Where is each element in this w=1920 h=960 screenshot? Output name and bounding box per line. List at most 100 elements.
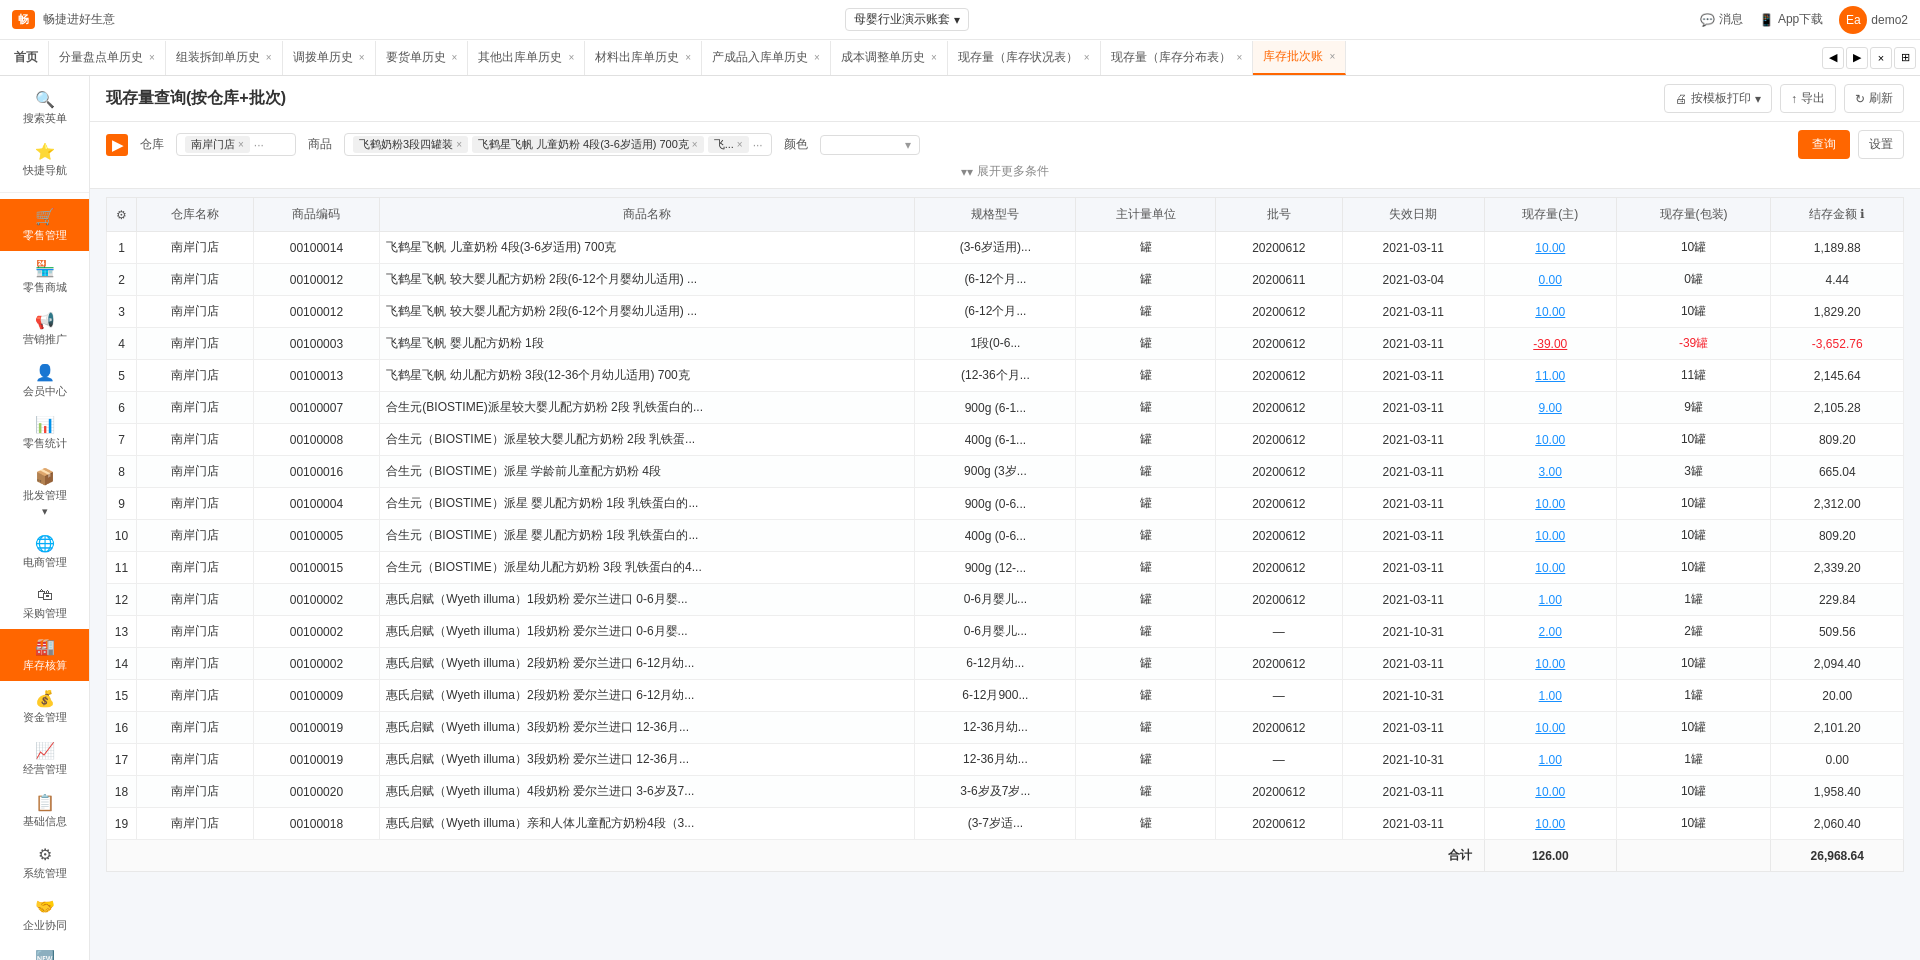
row-qty-main[interactable]: 10.00 xyxy=(1484,776,1616,808)
sidebar-item-purchase[interactable]: 🛍 采购管理 xyxy=(0,578,89,629)
tab-close-icon[interactable]: × xyxy=(359,52,365,63)
warehouse-filter-group[interactable]: 南岸门店 × ··· xyxy=(176,133,296,156)
row-qty-main[interactable]: 10.00 xyxy=(1484,552,1616,584)
sidebar-item-guide[interactable]: 🆕 新手引导 xyxy=(0,941,89,960)
row-warehouse: 南岸门店 xyxy=(137,616,254,648)
sidebar-item-retail-stats[interactable]: 📊 零售统计 xyxy=(0,407,89,459)
tab-yaohuo[interactable]: 要货单历史 × xyxy=(376,41,469,75)
tab-expand-btn[interactable]: ⊞ xyxy=(1894,47,1916,69)
row-qty-main[interactable]: 10.00 xyxy=(1484,648,1616,680)
sidebar-item-member[interactable]: 👤 会员中心 xyxy=(0,355,89,407)
sidebar-item-collab[interactable]: 🤝 企业协同 xyxy=(0,889,89,941)
product-tag-3-close-icon[interactable]: × xyxy=(737,139,743,150)
tab-liaoliaochuku[interactable]: 材料出库单历史 × xyxy=(585,41,702,75)
row-qty-main[interactable]: 2.00 xyxy=(1484,616,1616,648)
sidebar-item-retail-shop[interactable]: 🏪 零售商城 xyxy=(0,251,89,303)
row-unit: 罐 xyxy=(1076,328,1215,360)
sidebar-item-wholesale[interactable]: 📦 批发管理 ▾ xyxy=(0,459,89,526)
color-expand-icon[interactable]: ▾ xyxy=(905,138,911,152)
sidebar-item-quicknav[interactable]: ⭐ 快捷导航 xyxy=(0,134,89,186)
sidebar-purchase-label: 采购管理 xyxy=(23,606,67,621)
tab-fenliangpandian[interactable]: 分量盘点单历史 × xyxy=(49,41,166,75)
col-settings[interactable]: ⚙ xyxy=(107,198,137,232)
workspace-select[interactable]: 母婴行业演示账套 ▾ xyxy=(845,8,969,31)
query-btn[interactable]: 查询 xyxy=(1798,130,1850,159)
sidebar-item-retail[interactable]: 🛒 零售管理 xyxy=(0,199,89,251)
row-qty-main[interactable]: 1.00 xyxy=(1484,680,1616,712)
settings-btn[interactable]: 设置 xyxy=(1858,130,1904,159)
sidebar-item-system[interactable]: ⚙ 系统管理 xyxy=(0,837,89,889)
tab-close-icon[interactable]: × xyxy=(685,52,691,63)
print-btn[interactable]: 🖨 按模板打印 ▾ xyxy=(1664,84,1772,113)
row-qty-main[interactable]: 10.00 xyxy=(1484,232,1616,264)
warehouse-tag-close-icon[interactable]: × xyxy=(238,139,244,150)
tab-close-icon[interactable]: × xyxy=(814,52,820,63)
table-row: 13 南岸门店 00100002 惠氏启赋（Wyeth illuma）1段奶粉 … xyxy=(107,616,1904,648)
row-qty-main[interactable]: -39.00 xyxy=(1484,328,1616,360)
tab-xiancunliang-kuangkuang[interactable]: 现存量（库存状况表） × xyxy=(948,41,1101,75)
page-actions: 🖨 按模板打印 ▾ ↑ 导出 ↻ 刷新 xyxy=(1664,84,1904,113)
row-qty-main[interactable]: 3.00 xyxy=(1484,456,1616,488)
sidebar-item-operations[interactable]: 📈 经营管理 xyxy=(0,733,89,785)
row-qty-main[interactable]: 1.00 xyxy=(1484,744,1616,776)
row-name: 惠氏启赋（Wyeth illuma）亲和人体儿童配方奶粉4段（3... xyxy=(380,808,915,840)
row-qty-main[interactable]: 1.00 xyxy=(1484,584,1616,616)
tab-close-icon[interactable]: × xyxy=(1329,51,1335,62)
tab-kucunpici[interactable]: 库存批次账 × xyxy=(1253,41,1346,75)
sidebar-item-marketing[interactable]: 📢 营销推广 xyxy=(0,303,89,355)
user-area[interactable]: Ea demo2 xyxy=(1839,6,1908,34)
tab-qitachuku[interactable]: 其他出库单历史 × xyxy=(468,41,585,75)
row-expire: 2021-03-11 xyxy=(1342,584,1484,616)
sidebar-item-ecommerce[interactable]: 🌐 电商管理 xyxy=(0,526,89,578)
product-tag-1-close-icon[interactable]: × xyxy=(456,139,462,150)
sidebar-item-search[interactable]: 🔍 搜索英单 xyxy=(0,82,89,134)
tab-close-icon[interactable]: × xyxy=(452,52,458,63)
filter-toggle-btn[interactable]: ▶ xyxy=(106,134,128,156)
row-qty-main[interactable]: 10.00 xyxy=(1484,488,1616,520)
row-code: 00100016 xyxy=(253,456,380,488)
tab-chengbentiaozhen[interactable]: 成本调整单历史 × xyxy=(831,41,948,75)
tab-close-icon[interactable]: × xyxy=(266,52,272,63)
row-qty-main[interactable]: 10.00 xyxy=(1484,808,1616,840)
export-btn[interactable]: ↑ 导出 xyxy=(1780,84,1836,113)
tab-close-icon[interactable]: × xyxy=(149,52,155,63)
tab-close-icon[interactable]: × xyxy=(1237,52,1243,63)
tab-zuzhuangchaijian[interactable]: 组装拆卸单历史 × xyxy=(166,41,283,75)
tab-home[interactable]: 首页 xyxy=(4,41,49,75)
tab-close-icon[interactable]: × xyxy=(568,52,574,63)
refresh-btn[interactable]: ↻ 刷新 xyxy=(1844,84,1904,113)
tab-prev-btn[interactable]: ◀ xyxy=(1822,47,1844,69)
sidebar-item-finance[interactable]: 💰 资金管理 xyxy=(0,681,89,733)
expand-conditions-btn[interactable]: ▾▾ 展开更多条件 xyxy=(961,163,1049,180)
sidebar-item-inventory[interactable]: 🏭 库存核算 xyxy=(0,629,89,681)
row-spec: (12-36个月... xyxy=(915,360,1076,392)
table-row: 3 南岸门店 00100012 飞鹤星飞帆 较大婴儿配方奶粉 2段(6-12个月… xyxy=(107,296,1904,328)
row-qty-main[interactable]: 10.00 xyxy=(1484,712,1616,744)
retail-icon: 🛒 xyxy=(35,207,55,226)
row-qty-pkg: 10罐 xyxy=(1616,776,1771,808)
row-qty-main[interactable]: 9.00 xyxy=(1484,392,1616,424)
row-batch: 20200612 xyxy=(1215,808,1342,840)
message-btn[interactable]: 💬 消息 xyxy=(1700,11,1743,28)
row-qty-main[interactable]: 11.00 xyxy=(1484,360,1616,392)
product-tag-2-close-icon[interactable]: × xyxy=(692,139,698,150)
row-qty-main[interactable]: 10.00 xyxy=(1484,520,1616,552)
row-qty-main[interactable]: 10.00 xyxy=(1484,296,1616,328)
warehouse-more-icon[interactable]: ··· xyxy=(254,138,264,152)
product-filter-group[interactable]: 飞鹤奶粉3段四罐装 × 飞鹤星飞帆 儿童奶粉 4段(3-6岁适用) 700克 ×… xyxy=(344,133,772,156)
tab-chanpinruku[interactable]: 产成品入库单历史 × xyxy=(702,41,831,75)
product-more-icon[interactable]: ··· xyxy=(753,138,763,152)
tab-close-icon[interactable]: × xyxy=(1084,52,1090,63)
tab-next-btn[interactable]: ▶ xyxy=(1846,47,1868,69)
row-code: 00100002 xyxy=(253,584,380,616)
tab-xiancunliang-fenbiao[interactable]: 现存量（库存分布表） × xyxy=(1101,41,1254,75)
color-filter-group[interactable]: ▾ xyxy=(820,135,920,155)
sidebar-marketing-label: 营销推广 xyxy=(23,332,67,347)
row-qty-main[interactable]: 0.00 xyxy=(1484,264,1616,296)
tab-close-icon[interactable]: × xyxy=(931,52,937,63)
tab-diaobo[interactable]: 调拨单历史 × xyxy=(283,41,376,75)
sidebar-item-basic[interactable]: 📋 基础信息 xyxy=(0,785,89,837)
app-download-btn[interactable]: 📱 App下载 xyxy=(1759,11,1823,28)
row-qty-main[interactable]: 10.00 xyxy=(1484,424,1616,456)
tab-close-all-btn[interactable]: × xyxy=(1870,47,1892,69)
